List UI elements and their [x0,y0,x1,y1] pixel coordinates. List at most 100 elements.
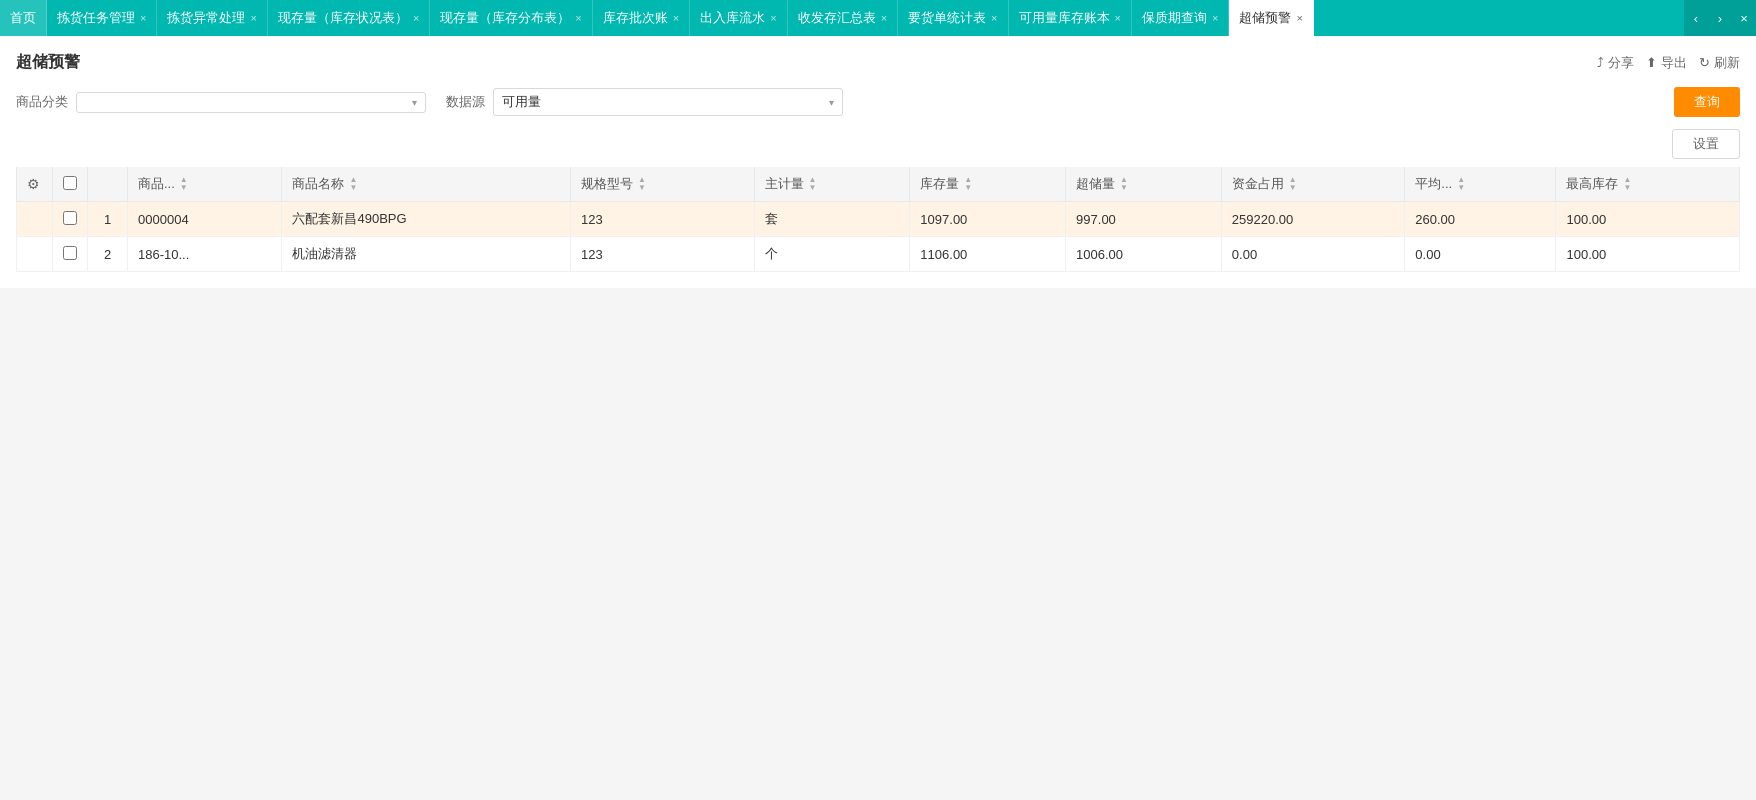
nav-item-available[interactable]: 可用量库存账本 × [1009,0,1132,36]
row-capital: 259220.00 [1221,202,1405,237]
close-icon[interactable]: × [991,12,997,24]
row-product-code: 0000004 [128,202,282,237]
close-icon[interactable]: × [881,12,887,24]
datasource-value: 可用量 [502,93,541,111]
row-spec: 123 [571,202,755,237]
nav-next-button[interactable]: › [1708,0,1732,36]
close-icon[interactable]: × [250,12,256,24]
datasource-label: 数据源 [446,93,485,111]
sort-icon: ▲▼ [809,176,817,192]
close-icon[interactable]: × [673,12,679,24]
row-max-stock: 100.00 [1556,202,1740,237]
row-checkbox[interactable] [63,211,77,225]
row-max-stock: 100.00 [1556,237,1740,272]
btn-row: 设置 [16,129,1740,159]
row-overage: 997.00 [1066,202,1222,237]
refresh-icon: ↻ [1699,55,1710,70]
th-unit[interactable]: 主计量 ▲▼ [754,167,910,202]
datasource-filter-group: 数据源 可用量 ▾ [446,88,843,116]
table-row: 2 186-10... 机油滤清器 123 个 1106.00 1006.00 … [17,237,1740,272]
close-icon[interactable]: × [413,12,419,24]
nav-item-overstock[interactable]: 超储预警 × [1229,0,1313,36]
page-header: 超储预警 ⤴ 分享 ⬆ 导出 ↻ 刷新 [16,52,1740,73]
export-icon: ⬆ [1646,55,1657,70]
row-stock: 1106.00 [910,237,1066,272]
th-stock[interactable]: 库存量 ▲▼ [910,167,1066,202]
nav-item-quality[interactable]: 保质期查询 × [1132,0,1229,36]
nav-prev-button[interactable]: ‹ [1684,0,1708,36]
row-product-name: 六配套新昌490BPG [282,202,571,237]
category-label: 商品分类 [16,93,68,111]
row-gear-cell [17,202,53,237]
sort-icon: ▲▼ [1289,176,1297,192]
nav-item-order-stat[interactable]: 要货单统计表 × [898,0,1008,36]
top-nav: 首页 拣货任务管理 × 拣货异常处理 × 现存量（库存状况表） × 现存量（库存… [0,0,1756,36]
row-num: 2 [88,237,128,272]
table-row: 1 0000004 六配套新昌490BPG 123 套 1097.00 997.… [17,202,1740,237]
select-all-checkbox[interactable] [63,176,77,190]
settings-button[interactable]: 设置 [1672,129,1740,159]
nav-item-abnormal[interactable]: 拣货异常处理 × [157,0,267,36]
nav-arrows: ‹ › × [1684,0,1756,36]
row-overage: 1006.00 [1066,237,1222,272]
th-overage[interactable]: 超储量 ▲▼ [1066,167,1222,202]
th-product-name[interactable]: 商品名称 ▲▼ [282,167,571,202]
query-button[interactable]: 查询 [1674,87,1740,117]
row-unit: 套 [754,202,910,237]
share-icon: ⤴ [1597,55,1604,70]
th-spec[interactable]: 规格型号 ▲▼ [571,167,755,202]
row-checkbox[interactable] [63,246,77,260]
chevron-down-icon: ▾ [829,97,834,108]
th-gear: ⚙ [17,167,53,202]
th-num [88,167,128,202]
refresh-button[interactable]: ↻ 刷新 [1699,54,1740,72]
chevron-down-icon: ▾ [412,97,417,108]
close-icon[interactable]: × [575,12,581,24]
close-icon[interactable]: × [140,12,146,24]
nav-item-stock-dist[interactable]: 现存量（库存分布表） × [430,0,592,36]
row-avg: 260.00 [1405,202,1556,237]
row-product-name: 机油滤清器 [282,237,571,272]
sort-icon: ▲▼ [964,176,972,192]
th-capital[interactable]: 资金占用 ▲▼ [1221,167,1405,202]
th-product-code[interactable]: 商品... ▲▼ [128,167,282,202]
row-stock: 1097.00 [910,202,1066,237]
nav-close-button[interactable]: × [1732,0,1756,36]
share-button[interactable]: ⤴ 分享 [1597,54,1634,72]
row-capital: 0.00 [1221,237,1405,272]
sort-icon: ▲▼ [180,176,188,192]
gear-icon[interactable]: ⚙ [27,176,40,192]
close-icon[interactable]: × [770,12,776,24]
sort-icon: ▲▼ [638,176,646,192]
row-num: 1 [88,202,128,237]
row-spec: 123 [571,237,755,272]
nav-item-summary[interactable]: 收发存汇总表 × [788,0,898,36]
header-actions: ⤴ 分享 ⬆ 导出 ↻ 刷新 [1597,54,1740,72]
sort-icon: ▲▼ [1120,176,1128,192]
sort-icon: ▲▼ [1623,176,1631,192]
th-max-stock[interactable]: 最高库存 ▲▼ [1556,167,1740,202]
nav-item-batch[interactable]: 库存批次账 × [593,0,690,36]
data-table: ⚙ 商品... ▲▼ 商品名称 ▲▼ [16,167,1740,272]
row-gear-cell [17,237,53,272]
th-checkbox [53,167,88,202]
close-icon[interactable]: × [1212,12,1218,24]
page-content: 超储预警 ⤴ 分享 ⬆ 导出 ↻ 刷新 商品分类 ▾ 数据源 [0,36,1756,288]
table-header-row: ⚙ 商品... ▲▼ 商品名称 ▲▼ [17,167,1740,202]
row-product-code: 186-10... [128,237,282,272]
row-checkbox-cell [53,237,88,272]
th-avg[interactable]: 平均... ▲▼ [1405,167,1556,202]
row-unit: 个 [754,237,910,272]
nav-item-stock-status[interactable]: 现存量（库存状况表） × [268,0,430,36]
close-icon[interactable]: × [1115,12,1121,24]
filter-row: 商品分类 ▾ 数据源 可用量 ▾ 查询 [16,87,1740,117]
page-title: 超储预警 [16,52,80,73]
datasource-select[interactable]: 可用量 ▾ [493,88,843,116]
export-button[interactable]: ⬆ 导出 [1646,54,1687,72]
nav-item-home[interactable]: 首页 [0,0,47,36]
nav-item-flow[interactable]: 出入库流水 × [690,0,787,36]
close-icon[interactable]: × [1296,12,1302,24]
category-select[interactable]: ▾ [76,92,426,113]
nav-item-task-mgmt[interactable]: 拣货任务管理 × [47,0,157,36]
row-checkbox-cell [53,202,88,237]
